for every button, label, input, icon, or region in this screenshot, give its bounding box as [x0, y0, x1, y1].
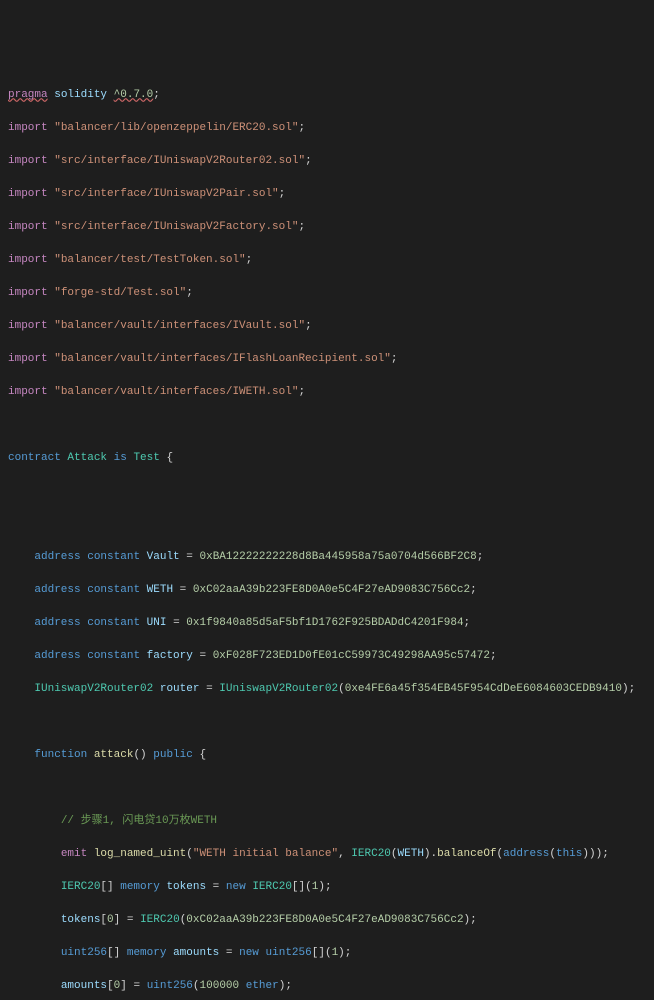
- amounts-assign: amounts[0] = uint256(100000 ether);: [8, 978, 654, 995]
- tokens-decl: IERC20[] memory tokens = new IERC20[](1)…: [8, 879, 654, 896]
- code-editor: pragma solidity ^0.7.0; import "balancer…: [8, 70, 654, 1000]
- import-line: import "balancer/vault/interfaces/IWETH.…: [8, 384, 654, 401]
- pragma-keyword: pragma: [8, 89, 48, 101]
- decl-weth: address constant WETH = 0xC02aaA39b223FE…: [8, 582, 654, 599]
- solidity-ident: solidity: [54, 89, 107, 101]
- import-line: import "src/interface/IUniswapV2Pair.sol…: [8, 186, 654, 203]
- pragma-line: pragma solidity ^0.7.0;: [8, 87, 654, 104]
- import-line: import "forge-std/Test.sol";: [8, 285, 654, 302]
- version: ^0.7.0: [114, 89, 154, 101]
- decl-vault: address constant Vault = 0xBA12222222228…: [8, 549, 654, 566]
- import-line: import "balancer/vault/interfaces/IFlash…: [8, 351, 654, 368]
- func-decl: function attack() public {: [8, 747, 654, 764]
- blank-line: [8, 417, 654, 434]
- contract-decl: contract Attack is Test {: [8, 450, 654, 467]
- blank-line: [8, 714, 654, 731]
- import-line: import "src/interface/IUniswapV2Factory.…: [8, 219, 654, 236]
- blank-line: [8, 780, 654, 797]
- emit-weth-initial: emit log_named_uint("WETH initial balanc…: [8, 846, 654, 863]
- amounts-decl: uint256[] memory amounts = new uint256[]…: [8, 945, 654, 962]
- decl-uni: address constant UNI = 0x1f9840a85d5aF5b…: [8, 615, 654, 632]
- decl-router: IUniswapV2Router02 router = IUniswapV2Ro…: [8, 681, 654, 698]
- import-line: import "src/interface/IUniswapV2Router02…: [8, 153, 654, 170]
- decl-factory: address constant factory = 0xF028F723ED1…: [8, 648, 654, 665]
- blank-line: [8, 483, 654, 500]
- import-line: import "balancer/vault/interfaces/IVault…: [8, 318, 654, 335]
- blank-line: [8, 516, 654, 533]
- import-line: import "balancer/lib/openzeppelin/ERC20.…: [8, 120, 654, 137]
- import-line: import "balancer/test/TestToken.sol";: [8, 252, 654, 269]
- tokens-assign: tokens[0] = IERC20(0xC02aaA39b223FE8D0A0…: [8, 912, 654, 929]
- comment-line: // 步骤1, 闪电贷10万枚WETH: [8, 813, 654, 830]
